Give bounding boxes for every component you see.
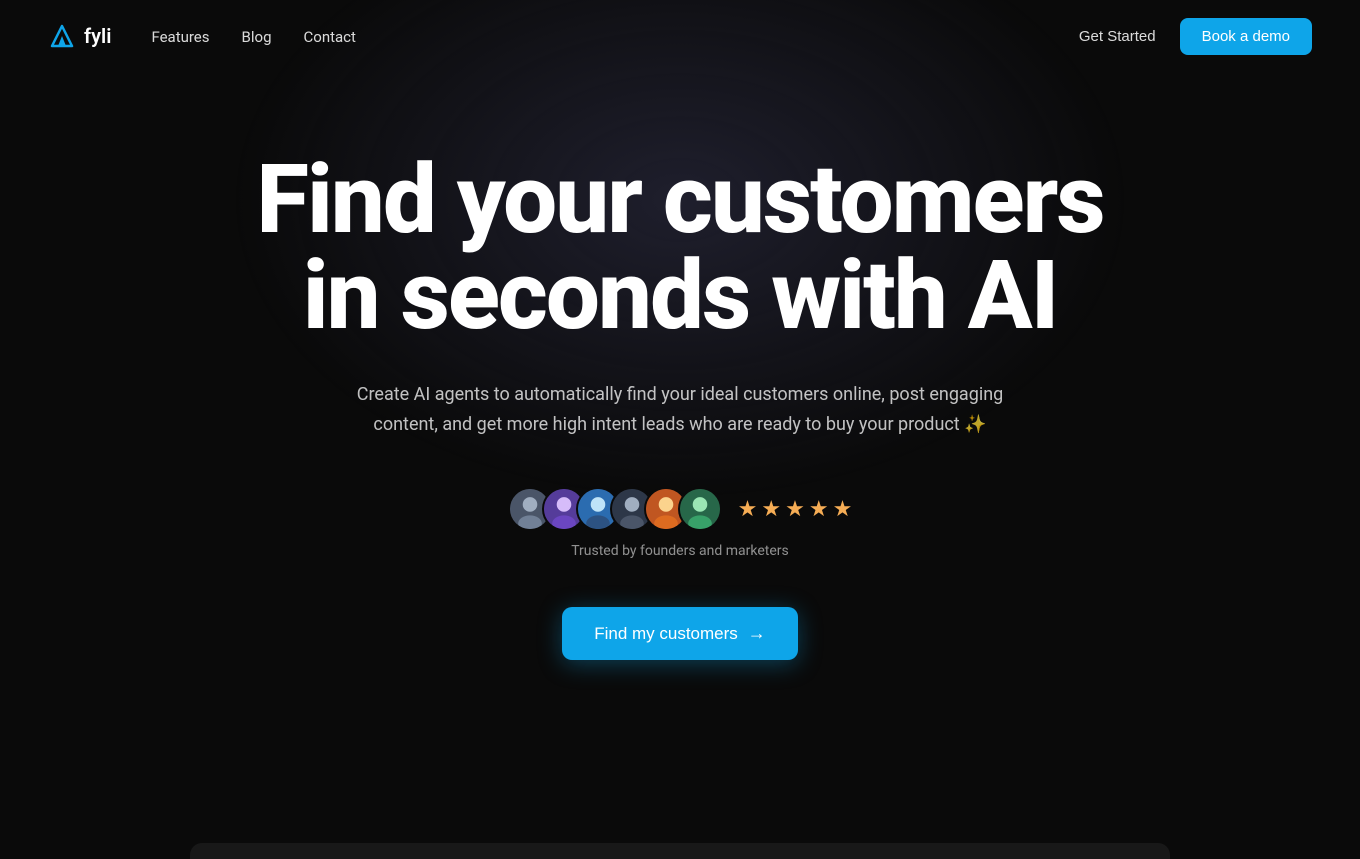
hero-title-line2: in seconds with AI xyxy=(303,240,1058,352)
avatars-stars-row: ★ ★ ★ ★ ★ xyxy=(508,487,853,531)
bottom-bar-hint xyxy=(190,843,1170,859)
star-1: ★ xyxy=(738,497,758,522)
nav-item-contact: Contact xyxy=(304,27,356,46)
cta-container: Find my customers → xyxy=(562,607,798,660)
nav-left: fyli Features Blog Contact xyxy=(48,22,356,50)
nav-item-features: Features xyxy=(151,27,209,46)
nav-right: Get Started Book a demo xyxy=(1075,18,1312,55)
navbar: fyli Features Blog Contact Get Started B… xyxy=(0,0,1360,72)
logo-text: fyli xyxy=(84,24,111,48)
star-5: ★ xyxy=(833,497,853,522)
star-rating: ★ ★ ★ ★ ★ xyxy=(738,497,853,522)
page-wrapper: fyli Features Blog Contact Get Started B… xyxy=(0,0,1360,859)
hero-title: Find your customers in seconds with AI xyxy=(256,152,1103,344)
hero-section: Find your customers in seconds with AI C… xyxy=(0,72,1360,660)
book-demo-button[interactable]: Book a demo xyxy=(1180,18,1312,55)
cta-label: Find my customers xyxy=(594,624,738,644)
nav-link-features[interactable]: Features xyxy=(151,28,209,46)
hero-subtitle: Create AI agents to automatically find y… xyxy=(340,380,1020,439)
get-started-button[interactable]: Get Started xyxy=(1075,20,1160,53)
star-2: ★ xyxy=(761,497,781,522)
nav-links: Features Blog Contact xyxy=(151,27,356,46)
logo-icon xyxy=(48,22,76,50)
star-3: ★ xyxy=(785,497,805,522)
avatar-group xyxy=(508,487,722,531)
trusted-text: Trusted by founders and marketers xyxy=(571,543,789,559)
avatar-6 xyxy=(678,487,722,531)
cta-arrow-icon: → xyxy=(748,623,766,644)
nav-link-contact[interactable]: Contact xyxy=(304,28,356,46)
nav-item-blog: Blog xyxy=(242,27,272,46)
logo-link[interactable]: fyli xyxy=(48,22,111,50)
social-proof: ★ ★ ★ ★ ★ Trusted by founders and market… xyxy=(508,487,853,559)
nav-link-blog[interactable]: Blog xyxy=(242,28,272,46)
star-4: ★ xyxy=(809,497,829,522)
find-customers-button[interactable]: Find my customers → xyxy=(562,607,798,660)
